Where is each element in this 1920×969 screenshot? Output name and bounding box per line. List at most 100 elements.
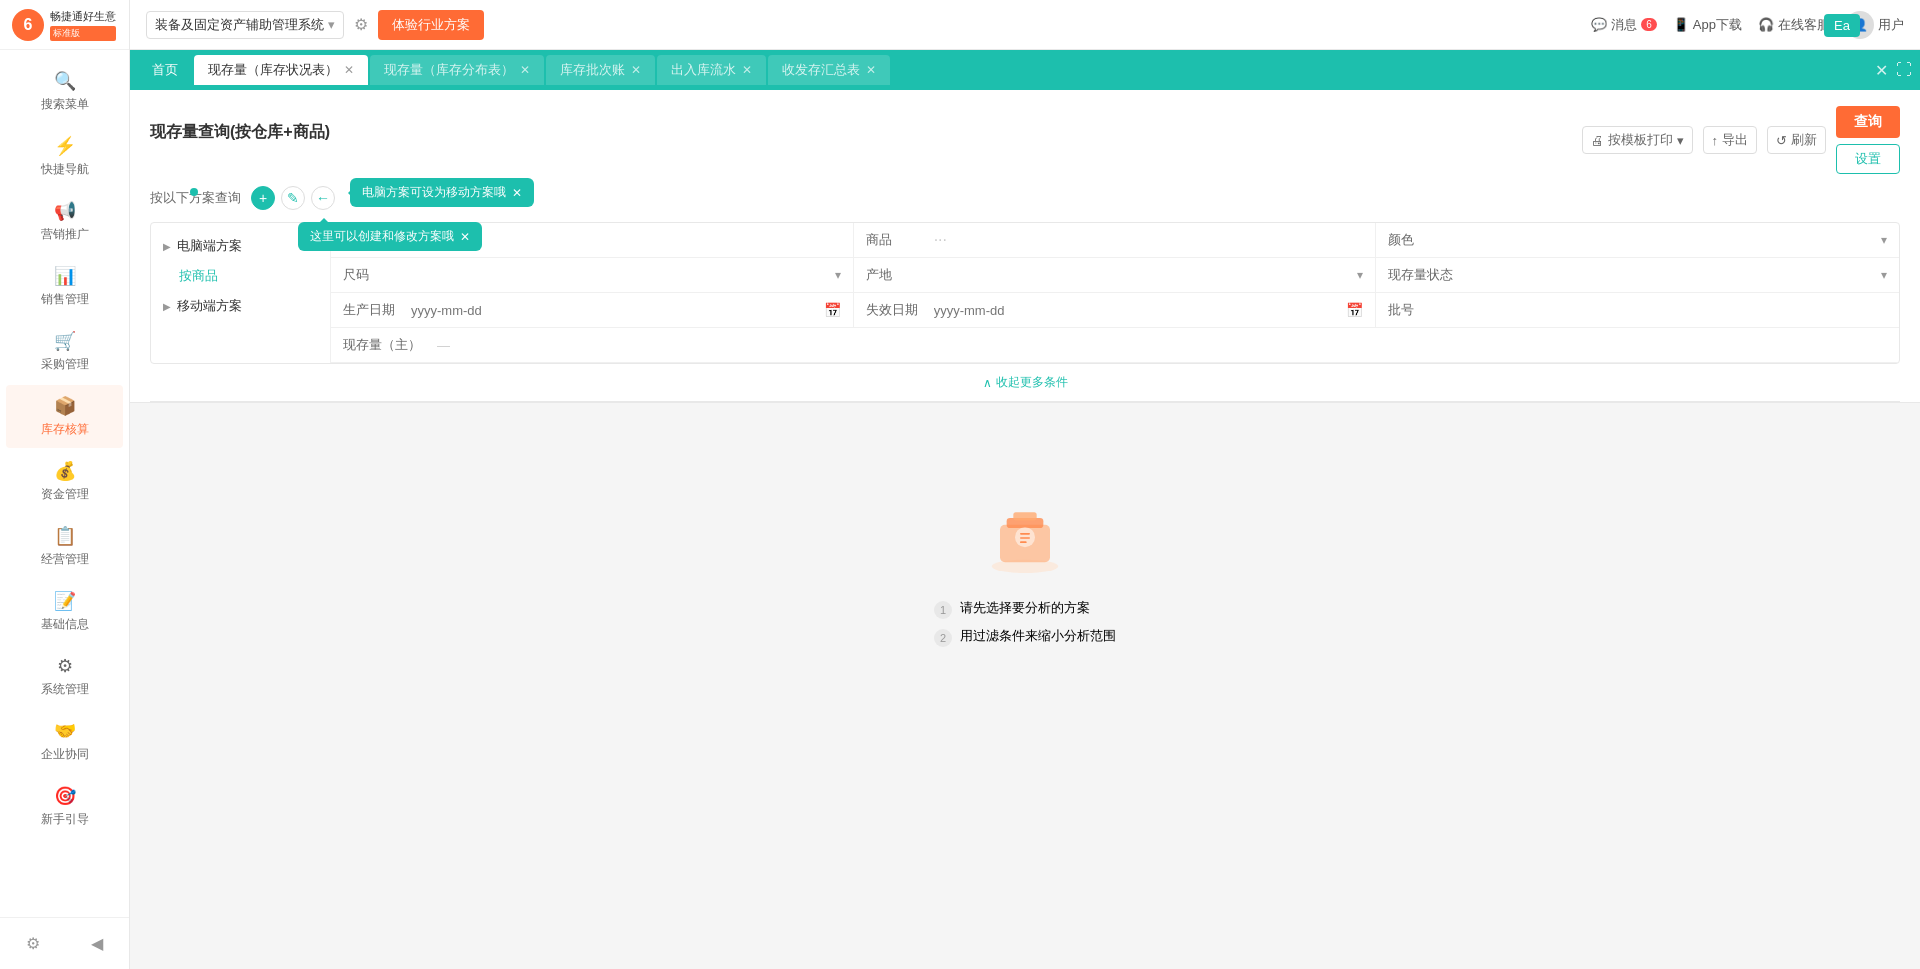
header-right: 💬 消息 6 📱 App下载 🎧 在线客服 👤 用户 Ea	[1591, 11, 1904, 39]
filter-cell-origin: 产地 ▾	[854, 258, 1377, 292]
sidebar-item-enterprise[interactable]: 🤝 企业协同	[6, 710, 123, 773]
tab-close-receive-summary[interactable]: ✕	[866, 63, 876, 77]
filter-cell-color: 颜色 ▾	[1376, 223, 1899, 257]
sidebar-bottom: ⚙ ◀	[0, 917, 129, 969]
empty-state: 1 请先选择要分析的方案 2 用过滤条件来缩小分析范围	[130, 403, 1920, 727]
operations-icon: 📋	[54, 525, 76, 547]
filter-cell-stock-status: 现存量状态 ▾	[1376, 258, 1899, 292]
solution-button[interactable]: 体验行业方案	[378, 10, 484, 40]
printer-icon: 🖨	[1591, 133, 1604, 148]
tooltip2-close[interactable]: ✕	[460, 230, 470, 244]
collapse-bar[interactable]: ∧ 收起更多条件	[150, 364, 1900, 402]
tab-batch-account[interactable]: 库存批次账 ✕	[546, 55, 655, 85]
filter-cell-prod-date: 生产日期 📅	[331, 293, 854, 327]
basic-icon: 📝	[54, 590, 76, 612]
prod-date-start-input[interactable]	[411, 303, 816, 318]
content-panel: 现存量查询(按仓库+商品) 🖨 按模板打印 ▾ ↑ 导出 ↺ 刷新 查询 设置	[130, 90, 1920, 403]
purchase-icon: 🛒	[54, 330, 76, 352]
sidebar-item-quick-nav[interactable]: ⚡ 快捷导航	[6, 125, 123, 188]
tab-close-inventory-distribution[interactable]: ✕	[520, 63, 530, 77]
scheme-group-mobile[interactable]: ▶ 移动端方案	[151, 291, 330, 321]
header: 装备及固定资产辅助管理系统 ▾ ⚙ 体验行业方案 💬 消息 6 📱 App下载 …	[130, 0, 1920, 50]
origin-dropdown-icon[interactable]: ▾	[1357, 268, 1363, 282]
batch-input[interactable]	[1456, 303, 1887, 318]
tabs-end: ✕ ⛶	[1875, 61, 1912, 80]
sidebar-item-sales[interactable]: 📊 销售管理	[6, 255, 123, 318]
tabs-close-btn[interactable]: ✕	[1875, 61, 1888, 80]
tab-close-batch-account[interactable]: ✕	[631, 63, 641, 77]
sidebar-item-finance[interactable]: 💰 资金管理	[6, 450, 123, 513]
online-support-btn[interactable]: 🎧 在线客服	[1758, 16, 1830, 34]
message-btn[interactable]: 💬 消息 6	[1591, 16, 1657, 34]
header-left: 装备及固定资产辅助管理系统 ▾ ⚙ 体验行业方案	[146, 10, 484, 40]
settings-button[interactable]: 设置	[1836, 144, 1900, 174]
sidebar-item-basic[interactable]: 📝 基础信息	[6, 580, 123, 643]
marketing-icon: 📢	[54, 200, 76, 222]
size-dropdown-icon[interactable]: ▾	[835, 268, 841, 282]
add-scheme-btn[interactable]: +	[251, 186, 275, 210]
tab-inventory-status[interactable]: 现存量（库存状况表） ✕	[194, 55, 368, 85]
tab-close-in-out-flow[interactable]: ✕	[742, 63, 752, 77]
stock-status-dropdown-icon[interactable]: ▾	[1881, 268, 1887, 282]
tabs-expand-btn[interactable]: ⛶	[1896, 61, 1912, 79]
filter-rows-area: 仓库 ··· 商品 ··· 颜色 ▾	[331, 223, 1899, 363]
message-icon: 💬	[1591, 17, 1607, 32]
scheme-item-by-goods[interactable]: 按商品	[151, 261, 330, 291]
tab-close-inventory-status[interactable]: ✕	[344, 63, 354, 77]
refresh-btn[interactable]: ↺ 刷新	[1767, 126, 1826, 154]
finance-icon: 💰	[54, 460, 76, 482]
color-dropdown-icon[interactable]: ▾	[1881, 233, 1887, 247]
system-icon: ⚙	[57, 655, 73, 677]
tab-receive-summary[interactable]: 收发存汇总表 ✕	[768, 55, 890, 85]
empty-tip-2: 2 用过滤条件来缩小分析范围	[934, 627, 1116, 647]
header-gear-icon[interactable]: ⚙	[354, 15, 368, 34]
quick-nav-icon: ⚡	[54, 135, 76, 157]
export-btn[interactable]: ↑ 导出	[1703, 126, 1758, 154]
edit-scheme-btn[interactable]: ✎	[281, 186, 305, 210]
goods-dots[interactable]: ···	[934, 231, 947, 249]
filter-cell-stock-qty: 现存量（主） —	[331, 328, 1899, 362]
svg-rect-5	[1020, 533, 1030, 535]
export-icon: ↑	[1712, 133, 1719, 148]
sidebar-collapse-btn[interactable]: ◀	[85, 928, 109, 959]
chevron-down-icon: ▾	[1677, 133, 1684, 148]
svg-rect-7	[1020, 541, 1027, 543]
sidebar-item-system[interactable]: ⚙ 系统管理	[6, 645, 123, 708]
expire-date-calendar-icon[interactable]: 📅	[1346, 302, 1363, 318]
expire-date-input[interactable]	[934, 303, 1339, 318]
filter-row-3: 生产日期 📅 失效日期 📅 批号	[331, 293, 1899, 328]
page-title: 现存量查询(按仓库+商品)	[150, 122, 330, 143]
logo-area: 6 畅捷通好生意 标准版	[0, 0, 129, 50]
sidebar-item-marketing[interactable]: 📢 营销推广	[6, 190, 123, 253]
scheme-group-mobile-label: 移动端方案	[177, 297, 242, 315]
sidebar-item-search-menu[interactable]: 🔍 搜索菜单	[6, 60, 123, 123]
sidebar-nav: 🔍 搜索菜单 ⚡ 快捷导航 📢 营销推广 📊 销售管理 🛒 采购管理 📦 库存核…	[0, 50, 129, 917]
sidebar-settings-btn[interactable]: ⚙	[20, 928, 46, 959]
back-scheme-btn[interactable]: ←	[311, 186, 335, 210]
sidebar-item-guide[interactable]: 🎯 新手引导	[6, 775, 123, 838]
empty-tip-1: 1 请先选择要分析的方案	[934, 599, 1116, 619]
prod-date-calendar-icon[interactable]: 📅	[824, 302, 841, 318]
filter-cell-goods: 商品 ···	[854, 223, 1377, 257]
main-content: 现存量查询(按仓库+商品) 🖨 按模板打印 ▾ ↑ 导出 ↺ 刷新 查询 设置	[130, 90, 1920, 969]
tab-inventory-distribution[interactable]: 现存量（库存分布表） ✕	[370, 55, 544, 85]
empty-tips: 1 请先选择要分析的方案 2 用过滤条件来缩小分析范围	[934, 599, 1116, 647]
query-button[interactable]: 查询	[1836, 106, 1900, 138]
app-download-btn[interactable]: 📱 App下载	[1673, 16, 1742, 34]
system-name: 装备及固定资产辅助管理系统	[155, 16, 324, 34]
print-btn[interactable]: 🖨 按模板打印 ▾	[1582, 126, 1693, 154]
tab-home[interactable]: 首页	[138, 55, 192, 85]
filter-row-2: 尺码 ▾ 产地 ▾ 现存量状态 ▾	[331, 258, 1899, 293]
inventory-icon: 📦	[54, 395, 76, 417]
svg-rect-6	[1020, 537, 1030, 539]
system-selector[interactable]: 装备及固定资产辅助管理系统 ▾	[146, 11, 344, 39]
filter-cell-batch: 批号	[1376, 293, 1899, 327]
sidebar-item-inventory[interactable]: 📦 库存核算	[6, 385, 123, 448]
logo-text: 畅捷通好生意 标准版	[50, 9, 116, 41]
sidebar-item-purchase[interactable]: 🛒 采购管理	[6, 320, 123, 383]
tab-in-out-flow[interactable]: 出入库流水 ✕	[657, 55, 766, 85]
collapse-up-icon: ∧	[983, 376, 992, 390]
filter-cell-expire-date: 失效日期 📅	[854, 293, 1377, 327]
sidebar-item-operations[interactable]: 📋 经营管理	[6, 515, 123, 578]
tooltip1-close[interactable]: ✕	[512, 186, 522, 200]
